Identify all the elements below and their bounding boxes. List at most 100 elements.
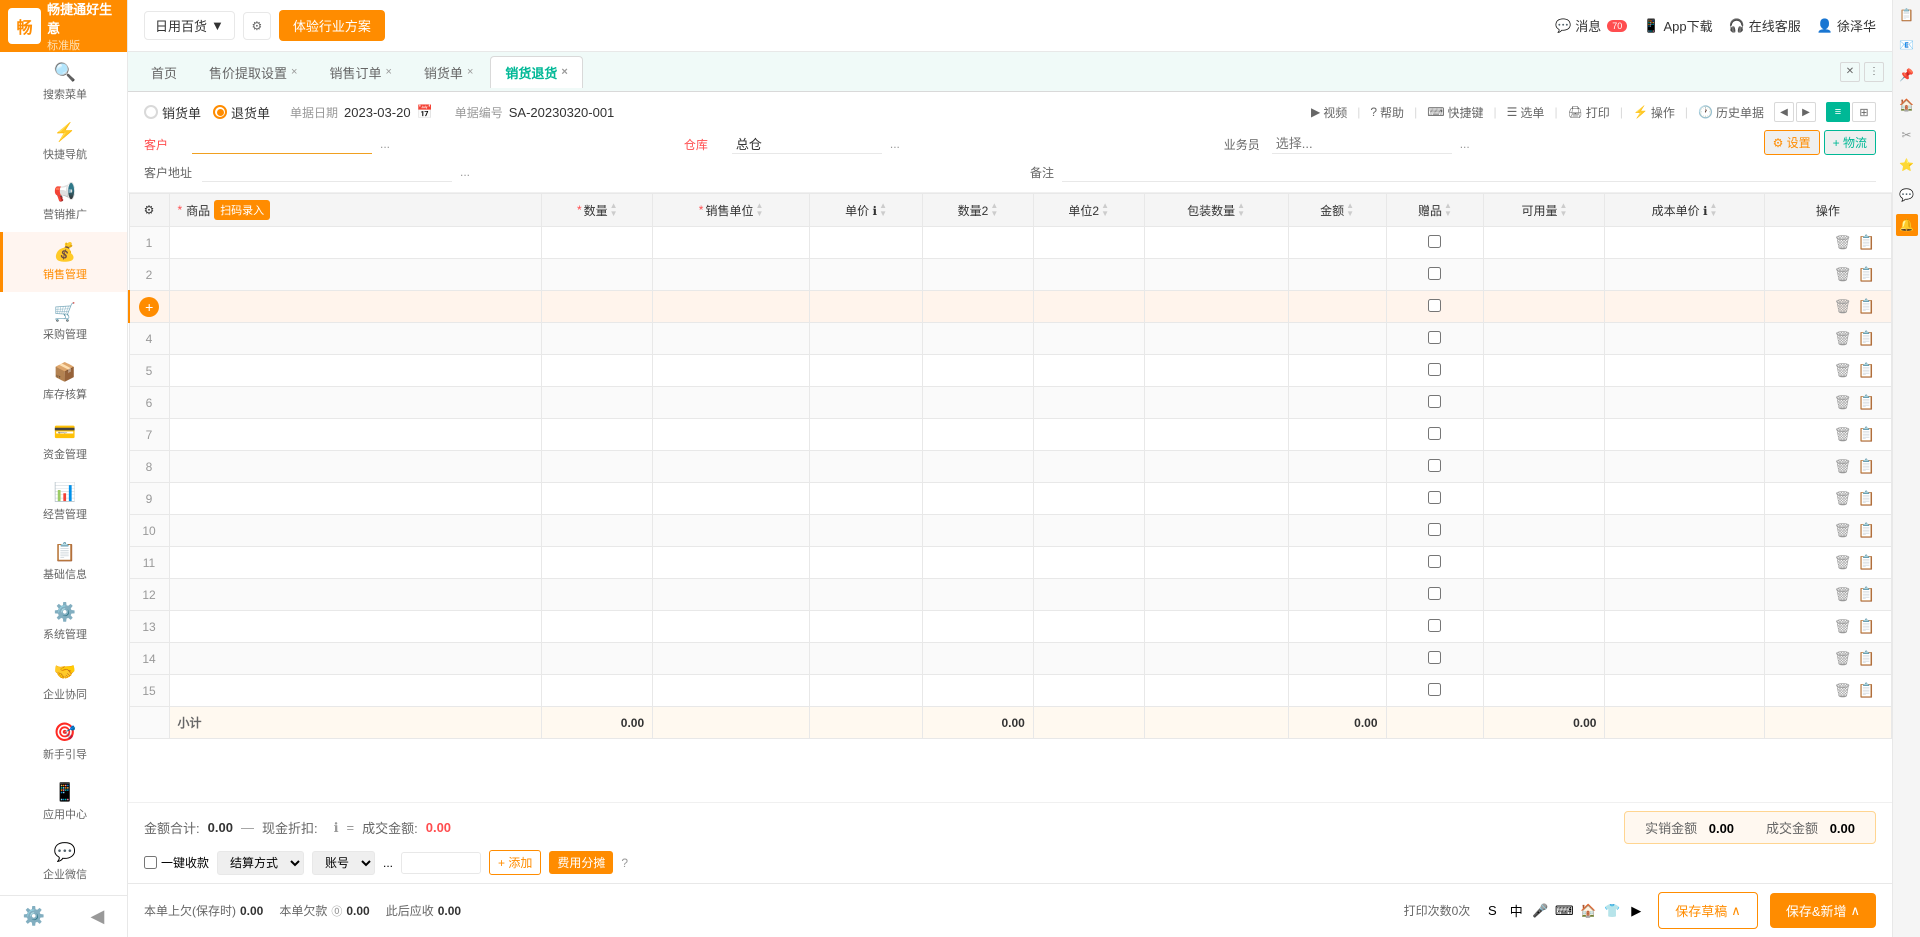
th-settings[interactable]: ⚙ <box>129 194 169 227</box>
gift-cell[interactable] <box>1386 227 1484 259</box>
right-panel-chat-btn[interactable]: 💬 <box>1896 184 1918 206</box>
save-new-btn[interactable]: 保存&新增 ∧ <box>1770 893 1876 928</box>
sidebar-item-enterprise[interactable]: 🤝 企业协同 <box>0 652 127 712</box>
copy-row-btn[interactable]: 📋 <box>1858 682 1875 699</box>
view-form-btn[interactable]: ≡ <box>1826 102 1850 122</box>
radio-return-order[interactable]: 退货单 <box>213 103 270 122</box>
warehouse-input[interactable] <box>732 134 882 154</box>
sidebar-collapse-btn[interactable]: ◀ <box>90 906 104 927</box>
delete-row-btn[interactable]: 🗑 <box>1834 522 1852 539</box>
delete-row-btn[interactable]: 🗑 <box>1834 426 1852 443</box>
salesperson-dots-btn[interactable]: ... <box>1460 137 1470 151</box>
delete-row-btn[interactable]: 🗑 <box>1834 362 1852 379</box>
warehouse-dots-btn[interactable]: ... <box>890 137 900 151</box>
copy-row-btn[interactable]: 📋 <box>1858 650 1875 667</box>
customer-input[interactable] <box>192 134 372 154</box>
calendar-icon[interactable]: 📅 <box>417 104 433 120</box>
sidebar-item-appcenter[interactable]: 📱 应用中心 <box>0 772 127 832</box>
delete-row-btn[interactable]: 🗑 <box>1834 618 1852 635</box>
online-service-btn[interactable]: 🎧 在线客服 <box>1729 16 1801 35</box>
package-qty-cell[interactable] <box>1144 227 1288 259</box>
delete-row-btn[interactable]: 🗑 <box>1834 490 1852 507</box>
one-click-payment-checkbox[interactable] <box>144 856 157 869</box>
unit-price-cell[interactable] <box>810 227 923 259</box>
qty2-cell[interactable] <box>923 227 1034 259</box>
sidebar-item-search[interactable]: 🔍 搜索菜单 <box>0 52 127 112</box>
radio-sale-order[interactable]: 销货单 <box>144 103 201 122</box>
tab-sales-order-close[interactable]: × <box>385 66 391 78</box>
customer-dots-btn[interactable]: ... <box>380 137 390 151</box>
tab-price-settings-close[interactable]: × <box>291 66 297 78</box>
unit2-cell[interactable] <box>1033 227 1144 259</box>
sidebar-item-guide[interactable]: 🎯 新手引导 <box>0 712 127 772</box>
sidebar-item-inventory[interactable]: 📦 库存核算 <box>0 352 127 412</box>
calc-method-select[interactable]: 结算方式 <box>217 851 304 875</box>
product-cell[interactable] <box>169 227 542 259</box>
close-all-tabs-btn[interactable]: ✕ <box>1840 62 1860 82</box>
sales-unit-cell[interactable] <box>653 227 810 259</box>
right-panel-clipboard-btn[interactable]: 📋 <box>1896 4 1918 26</box>
sougou-icon[interactable]: S <box>1482 901 1502 921</box>
experience-btn[interactable]: 体验行业方案 <box>279 10 385 41</box>
add-row-btn[interactable]: + <box>139 297 159 317</box>
app-download-btn[interactable]: 📱 App下载 <box>1643 16 1712 35</box>
sidebar-item-purchase[interactable]: 🛒 采购管理 <box>0 292 127 352</box>
sidebar-item-sales[interactable]: 💰 销售管理 <box>0 232 127 292</box>
quantity-cell[interactable] <box>542 227 653 259</box>
toolbar-history-btn[interactable]: 🕐 历史单据 <box>1698 104 1764 121</box>
right-panel-star-btn[interactable]: ⭐ <box>1896 154 1918 176</box>
cost-price-cell[interactable] <box>1605 227 1764 259</box>
note-input[interactable] <box>1062 162 1876 182</box>
delete-row-btn[interactable]: 🗑 <box>1834 266 1852 283</box>
breadcrumb-dropdown[interactable]: 日用百货 ▼ <box>144 11 235 40</box>
address-input[interactable] <box>202 162 452 182</box>
tab-sales-return-close[interactable]: × <box>561 66 567 78</box>
delete-row-btn[interactable]: 🗑 <box>1834 330 1852 347</box>
toolbar-print-btn[interactable]: 🖨 打印 <box>1568 104 1610 121</box>
toolbar-video-btn[interactable]: ▶ 视频 <box>1311 104 1347 121</box>
delete-row-btn[interactable]: 🗑 <box>1834 586 1852 603</box>
user-profile-btn[interactable]: 👤 徐泽华 <box>1817 16 1876 35</box>
copy-row-btn[interactable]: 📋 <box>1858 458 1875 475</box>
delete-row-btn[interactable]: 🗑 <box>1834 650 1852 667</box>
fee-help-btn[interactable]: ? <box>621 856 628 870</box>
right-panel-home-btn[interactable]: 🏠 <box>1896 94 1918 116</box>
sidebar-item-wechat[interactable]: 💬 企业微信 <box>0 832 127 892</box>
tab-sales-order[interactable]: 销售订单 × <box>314 56 406 88</box>
amount-cell[interactable] <box>1288 227 1386 259</box>
sidebar-item-basic[interactable]: 📋 基础信息 <box>0 532 127 592</box>
view-table-btn[interactable]: ⊞ <box>1852 102 1876 122</box>
right-panel-scissors-btn[interactable]: ✂ <box>1896 124 1918 146</box>
tab-sales-delivery-close[interactable]: × <box>467 66 473 78</box>
save-draft-btn[interactable]: 保存草稿 ∧ <box>1658 892 1758 929</box>
message-btn[interactable]: 💬 消息 70 <box>1555 16 1627 35</box>
delete-row-btn[interactable]: 🗑 <box>1834 394 1852 411</box>
account-select[interactable]: 账号 <box>312 851 375 875</box>
copy-row-btn[interactable]: 📋 <box>1858 586 1875 603</box>
delete-row-btn[interactable]: 🗑 <box>1834 298 1852 315</box>
fee-split-btn[interactable]: 费用分摊 <box>549 851 613 874</box>
discount-help-btn[interactable]: ℹ <box>334 820 339 836</box>
tool4-icon[interactable]: 🏠 <box>1578 901 1598 921</box>
copy-row-btn[interactable]: 📋 <box>1858 234 1875 251</box>
copy-row-btn[interactable]: 📋 <box>1858 554 1875 571</box>
tab-home[interactable]: 首页 <box>136 56 192 88</box>
available-cell[interactable] <box>1484 227 1605 259</box>
tab-sales-delivery[interactable]: 销货单 × <box>409 56 488 88</box>
tool2-icon[interactable]: 🎤 <box>1530 901 1550 921</box>
address-dots-btn[interactable]: ... <box>460 165 470 179</box>
copy-row-btn[interactable]: 📋 <box>1858 490 1875 507</box>
tab-sales-return[interactable]: 销货退货 × <box>490 56 582 88</box>
sidebar-item-shortcuts[interactable]: ⚡ 快捷导航 <box>0 112 127 172</box>
copy-row-btn[interactable]: 📋 <box>1858 522 1875 539</box>
sidebar-item-system[interactable]: ⚙️ 系统管理 <box>0 592 127 652</box>
right-panel-pin-btn[interactable]: 📌 <box>1896 64 1918 86</box>
copy-row-btn[interactable]: 📋 <box>1858 330 1875 347</box>
amount-input[interactable] <box>401 852 481 874</box>
tool1-icon[interactable]: 中 <box>1506 901 1526 921</box>
copy-row-btn[interactable]: 📋 <box>1858 298 1875 315</box>
toolbar-shortcuts-btn[interactable]: ⌨ 快捷键 <box>1427 104 1483 121</box>
add-logistics-btn[interactable]: + 物流 <box>1824 130 1876 155</box>
delete-row-btn[interactable]: 🗑 <box>1834 682 1852 699</box>
toolbar-operate-btn[interactable]: ⚡ 操作 <box>1633 104 1675 121</box>
